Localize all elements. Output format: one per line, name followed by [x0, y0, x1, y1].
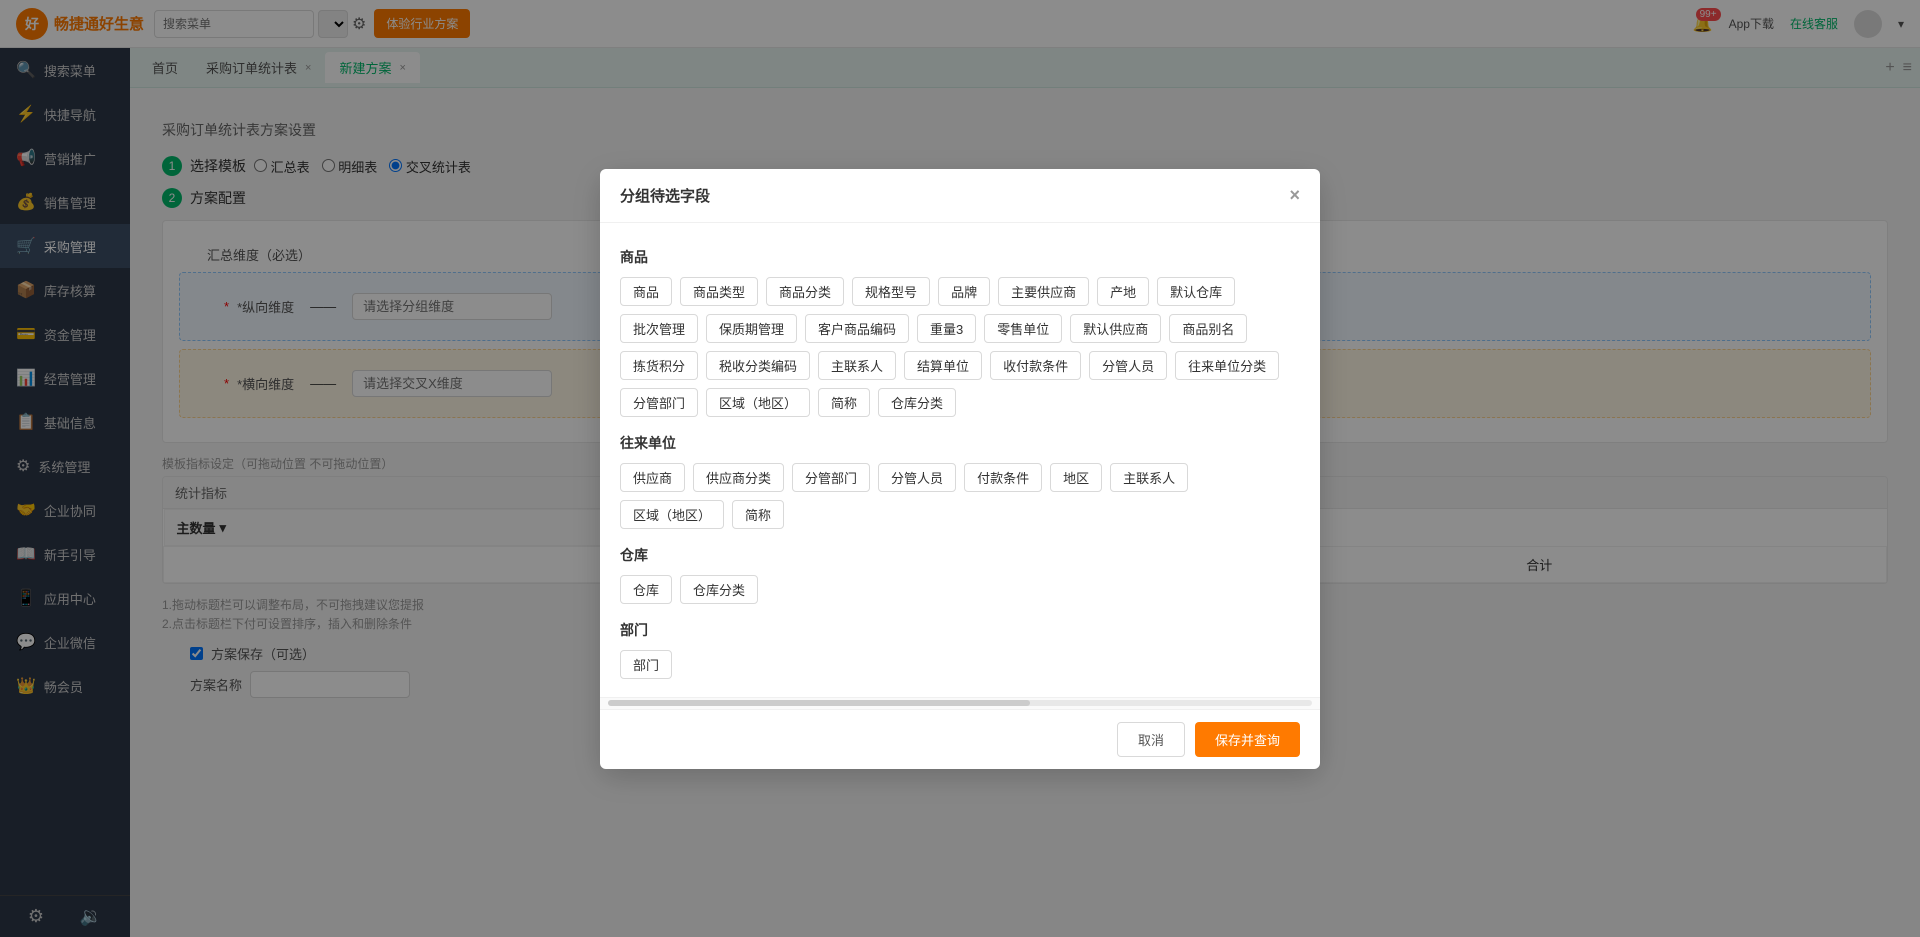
- tag-item[interactable]: 往来单位分类: [1175, 351, 1279, 380]
- tag-item[interactable]: 主要供应商: [998, 277, 1089, 306]
- section-title-部门: 部门: [620, 620, 1300, 640]
- tag-item[interactable]: 地区: [1050, 463, 1102, 492]
- tag-item[interactable]: 收付款条件: [990, 351, 1081, 380]
- modal-close-button[interactable]: ×: [1289, 186, 1300, 204]
- tag-item[interactable]: 规格型号: [852, 277, 930, 306]
- modal-overlay: 分组待选字段 × 商品商品商品类型商品分类规格型号品牌主要供应商产地默认仓库批次…: [0, 0, 1920, 937]
- save-query-button[interactable]: 保存并查询: [1195, 722, 1300, 757]
- tag-item[interactable]: 简称: [818, 388, 870, 417]
- tag-item[interactable]: 商品分类: [766, 277, 844, 306]
- scroll-thumb[interactable]: [608, 700, 1030, 706]
- tag-item[interactable]: 零售单位: [984, 314, 1062, 343]
- tag-item[interactable]: 默认仓库: [1157, 277, 1235, 306]
- tag-item[interactable]: 简称: [732, 500, 784, 529]
- tag-item[interactable]: 部门: [620, 650, 672, 679]
- tag-item[interactable]: 分管人员: [1089, 351, 1167, 380]
- section-title-仓库: 仓库: [620, 545, 1300, 565]
- tag-item[interactable]: 仓库分类: [680, 575, 758, 604]
- tag-item[interactable]: 重量3: [917, 314, 976, 343]
- tag-item[interactable]: 区域（地区）: [620, 500, 724, 529]
- section-title-商品: 商品: [620, 247, 1300, 267]
- tag-item[interactable]: 分管部门: [792, 463, 870, 492]
- tag-item[interactable]: 分管部门: [620, 388, 698, 417]
- tag-item[interactable]: 仓库: [620, 575, 672, 604]
- scroll-track: [608, 700, 1312, 706]
- tag-item[interactable]: 默认供应商: [1070, 314, 1161, 343]
- tags-group-商品: 商品商品类型商品分类规格型号品牌主要供应商产地默认仓库批次管理保质期管理客户商品…: [620, 277, 1300, 417]
- modal-body: 商品商品商品类型商品分类规格型号品牌主要供应商产地默认仓库批次管理保质期管理客户…: [600, 223, 1320, 697]
- tag-item[interactable]: 主联系人: [1110, 463, 1188, 492]
- tags-group-部门: 部门: [620, 650, 1300, 679]
- tag-item[interactable]: 品牌: [938, 277, 990, 306]
- tag-item[interactable]: 付款条件: [964, 463, 1042, 492]
- modal-title: 分组待选字段: [620, 185, 710, 206]
- modal-header: 分组待选字段 ×: [600, 169, 1320, 223]
- tag-item[interactable]: 拣货积分: [620, 351, 698, 380]
- tag-item[interactable]: 供应商分类: [693, 463, 784, 492]
- tags-group-往来单位: 供应商供应商分类分管部门分管人员付款条件地区主联系人区域（地区） 简称: [620, 463, 1300, 529]
- tag-item[interactable]: 税收分类编码: [706, 351, 810, 380]
- horizontal-scrollbar[interactable]: [600, 697, 1320, 709]
- tags-group-仓库: 仓库仓库分类: [620, 575, 1300, 604]
- tag-item[interactable]: 仓库分类: [878, 388, 956, 417]
- tag-item[interactable]: 产地: [1097, 277, 1149, 306]
- section-title-往来单位: 往来单位: [620, 433, 1300, 453]
- tag-item[interactable]: 保质期管理: [706, 314, 797, 343]
- tag-item[interactable]: 客户商品编码: [805, 314, 909, 343]
- modal-footer: 取消 保存并查询: [600, 709, 1320, 769]
- tag-item[interactable]: 供应商: [620, 463, 685, 492]
- modal: 分组待选字段 × 商品商品商品类型商品分类规格型号品牌主要供应商产地默认仓库批次…: [600, 169, 1320, 769]
- tag-item[interactable]: 批次管理: [620, 314, 698, 343]
- tag-item[interactable]: 结算单位: [904, 351, 982, 380]
- tag-item[interactable]: 区域（地区）: [706, 388, 810, 417]
- cancel-button[interactable]: 取消: [1117, 722, 1185, 757]
- tag-item[interactable]: 分管人员: [878, 463, 956, 492]
- tag-item[interactable]: 主联系人: [818, 351, 896, 380]
- tag-item[interactable]: 商品类型: [680, 277, 758, 306]
- tag-item[interactable]: 商品别名: [1169, 314, 1247, 343]
- tag-item[interactable]: 商品: [620, 277, 672, 306]
